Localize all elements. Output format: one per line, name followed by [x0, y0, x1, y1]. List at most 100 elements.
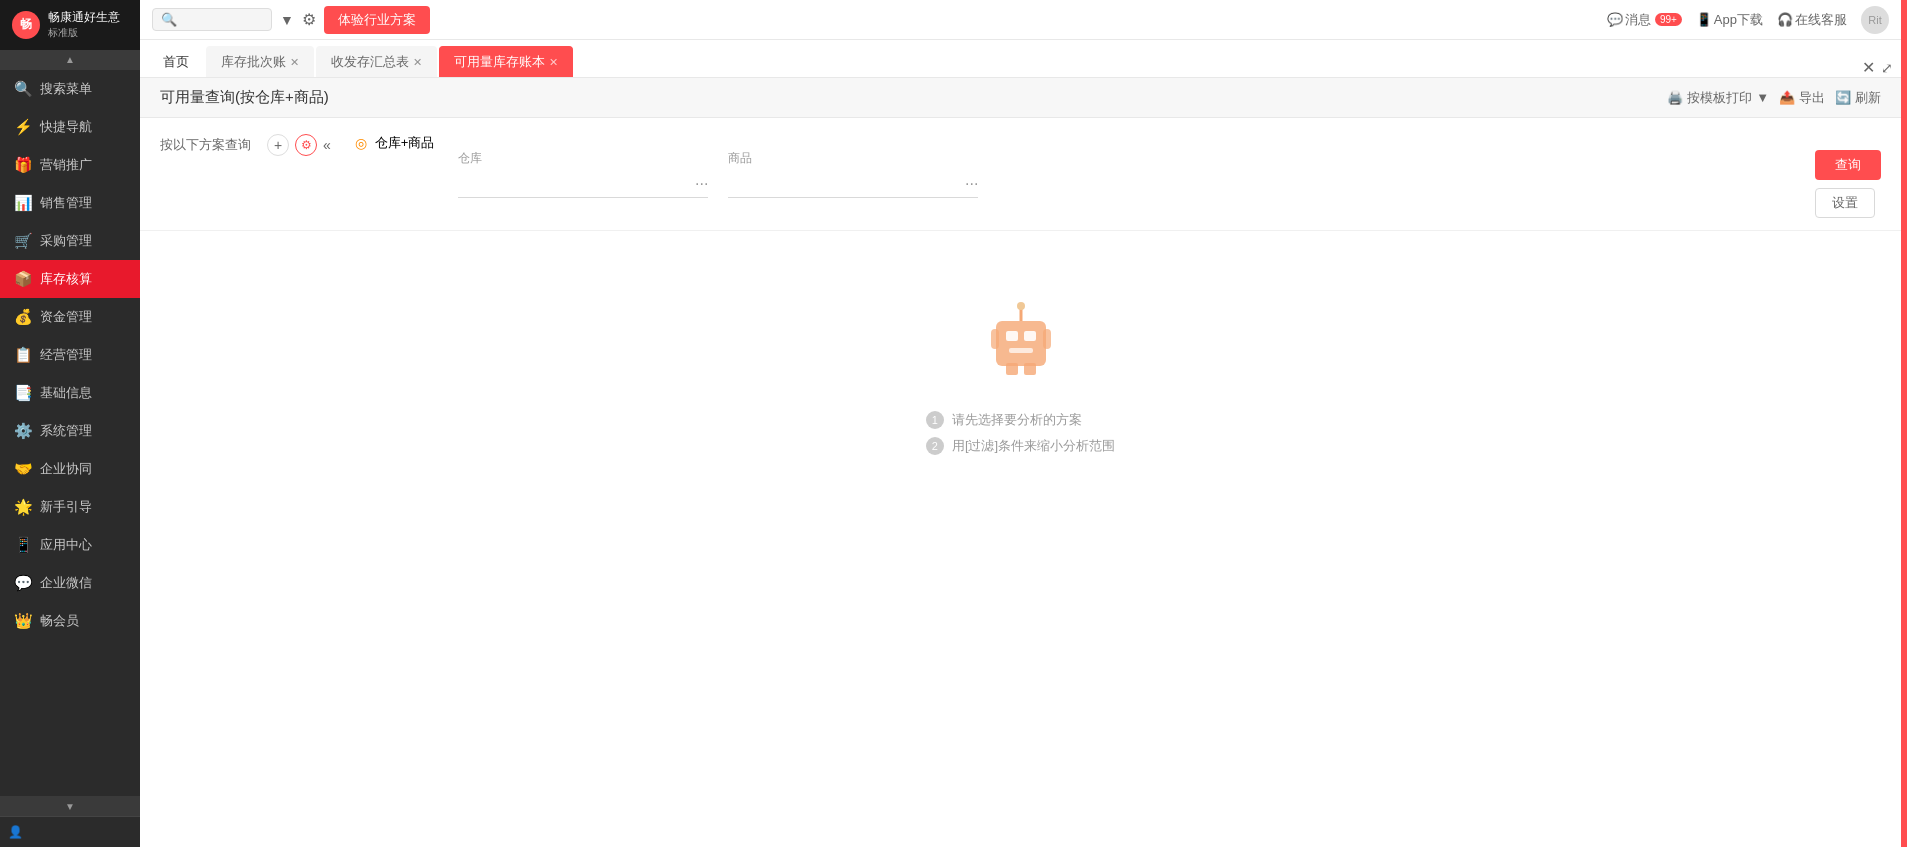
tabs-bar: 首页 库存批次账 ✕ 收发存汇总表 ✕ 可用量库存账本 ✕ ✕ ⤢	[140, 40, 1901, 78]
sidebar-item-sales[interactable]: 📊 销售管理	[0, 184, 140, 222]
dropdown-btn[interactable]: ▼	[280, 12, 294, 28]
query-button[interactable]: 查询	[1815, 150, 1881, 180]
filter-field-goods: 商品 ···	[728, 150, 978, 198]
operations-icon: 📋	[14, 346, 32, 364]
warehouse-more-icon[interactable]: ···	[695, 175, 708, 193]
filter-add-button[interactable]: +	[267, 134, 289, 156]
shortcut-icon: ⚡	[14, 118, 32, 136]
sidebar-item-label: 快捷导航	[40, 118, 92, 136]
sidebar-item-label: 系统管理	[40, 422, 92, 440]
empty-tip-1: 1 请先选择要分析的方案	[926, 411, 1115, 429]
app-download-item[interactable]: 📱 App下载	[1696, 11, 1763, 29]
goods-input-container: ···	[728, 171, 978, 198]
filter-fields: 仓库 ··· 商品 ··· 查询 设置	[458, 130, 1881, 218]
sidebar-header: 畅 畅康通好生意 标准版	[0, 0, 140, 50]
filter-scheme-item[interactable]: ◎ 仓库+商品	[347, 130, 443, 156]
sidebar-item-system[interactable]: ⚙️ 系统管理	[0, 412, 140, 450]
goods-input[interactable]	[728, 177, 959, 192]
svg-rect-2	[1024, 331, 1036, 341]
sidebar-item-label: 经营管理	[40, 346, 92, 364]
basic-icon: 📑	[14, 384, 32, 402]
tabs-close-button[interactable]: ✕	[1862, 58, 1875, 77]
warehouse-label: 仓库	[458, 150, 708, 167]
sidebar-item-label: 畅会员	[40, 612, 79, 630]
svg-rect-3	[1009, 348, 1033, 353]
refresh-button[interactable]: 🔄 刷新	[1835, 89, 1881, 107]
filter-section: 按以下方案查询 + ⚙ « ◎ 仓库+商品 仓库 ···	[140, 118, 1901, 231]
topbar: 🔍 ▼ ⚙ 体验行业方案 💬 消息 99+ 📱 App下载 🎧 在线客服 Rit	[140, 0, 1901, 40]
search-input[interactable]	[181, 13, 261, 27]
tab-summary[interactable]: 收发存汇总表 ✕	[316, 46, 437, 77]
message-item[interactable]: 💬 消息 99+	[1607, 11, 1682, 29]
svg-rect-6	[1006, 363, 1018, 375]
filter-config-button[interactable]: ⚙	[295, 134, 317, 156]
topbar-right: 💬 消息 99+ 📱 App下载 🎧 在线客服 Rit	[1607, 6, 1889, 34]
page-header: 可用量查询(按仓库+商品) 🖨️ 按模板打印 ▼ 📤 导出 🔄 刷新	[140, 78, 1901, 118]
svg-rect-1	[1006, 331, 1018, 341]
industry-solution-button[interactable]: 体验行业方案	[324, 6, 430, 34]
sidebar-logo: 畅	[12, 11, 40, 39]
tab-available-close[interactable]: ✕	[549, 56, 558, 69]
sidebar-item-marketing[interactable]: 🎁 营销推广	[0, 146, 140, 184]
tabs-right: ✕ ⤢	[1862, 58, 1893, 77]
warehouse-input[interactable]	[458, 177, 689, 192]
sidebar-item-apps[interactable]: 📱 应用中心	[0, 526, 140, 564]
cart-icon: 🛒	[14, 232, 32, 250]
filter-collapse-button[interactable]: «	[323, 137, 331, 153]
finance-icon: 💰	[14, 308, 32, 326]
tab-summary-label: 收发存汇总表	[331, 53, 409, 71]
sidebar-item-label: 搜索菜单	[40, 80, 92, 98]
sidebar-item-purchase[interactable]: 🛒 采购管理	[0, 222, 140, 260]
avatar[interactable]: Rit	[1861, 6, 1889, 34]
right-handle[interactable]	[1901, 0, 1907, 847]
sidebar-item-label: 应用中心	[40, 536, 92, 554]
page-content: 可用量查询(按仓库+商品) 🖨️ 按模板打印 ▼ 📤 导出 🔄 刷新 按以	[140, 78, 1901, 847]
sidebar-item-basic[interactable]: 📑 基础信息	[0, 374, 140, 412]
warehouse-input-container: ···	[458, 171, 708, 198]
refresh-icon: 🔄	[1835, 90, 1851, 105]
vip-icon: 👑	[14, 612, 32, 630]
sidebar-item-newbie[interactable]: 🌟 新手引导	[0, 488, 140, 526]
sidebar-item-search[interactable]: 🔍 搜索菜单	[0, 70, 140, 108]
tab-batch[interactable]: 库存批次账 ✕	[206, 46, 314, 77]
wechat-icon: 💬	[14, 574, 32, 592]
goods-more-icon[interactable]: ···	[965, 175, 978, 193]
chevron-down-icon: ▼	[1756, 90, 1769, 105]
sidebar-item-finance[interactable]: 💰 资金管理	[0, 298, 140, 336]
sidebar-item-wechat[interactable]: 💬 企业微信	[0, 564, 140, 602]
sidebar-scroll-down[interactable]: ▼	[0, 796, 140, 816]
settings-button[interactable]: 设置	[1815, 188, 1875, 218]
sidebar-item-inventory[interactable]: 📦 库存核算	[0, 260, 140, 298]
sidebar-item-vip[interactable]: 👑 畅会员	[0, 602, 140, 640]
empty-state: 1 请先选择要分析的方案 2 用[过滤]条件来缩小分析范围	[140, 231, 1901, 515]
tab-batch-close[interactable]: ✕	[290, 56, 299, 69]
sidebar-scroll-up[interactable]: ▲	[0, 50, 140, 70]
tab-summary-close[interactable]: ✕	[413, 56, 422, 69]
export-button[interactable]: 📤 导出	[1779, 89, 1825, 107]
tab-home[interactable]: 首页	[148, 46, 204, 77]
tabs-expand-button[interactable]: ⤢	[1881, 60, 1893, 76]
tip-text-1: 请先选择要分析的方案	[952, 411, 1082, 429]
tip-num-1: 1	[926, 411, 944, 429]
gear-button[interactable]: ⚙	[302, 10, 316, 29]
topbar-search[interactable]: 🔍	[152, 8, 272, 31]
empty-icon	[971, 291, 1071, 391]
search-icon: 🔍	[161, 12, 177, 27]
scheme-label: 仓库+商品	[375, 134, 435, 152]
svg-rect-4	[991, 329, 999, 349]
tab-home-label: 首页	[163, 53, 189, 71]
gift-icon: 🎁	[14, 156, 32, 174]
online-service-item[interactable]: 🎧 在线客服	[1777, 11, 1847, 29]
print-icon: 🖨️	[1667, 90, 1683, 105]
filter-actions: + ⚙ «	[267, 130, 331, 156]
sidebar-item-shortcut[interactable]: ⚡ 快捷导航	[0, 108, 140, 146]
sidebar: 畅 畅康通好生意 标准版 ▲ 🔍 搜索菜单 ⚡ 快捷导航 🎁 营销推广 📊 销售…	[0, 0, 140, 847]
tab-batch-label: 库存批次账	[221, 53, 286, 71]
sidebar-item-enterprise[interactable]: 🤝 企业协同	[0, 450, 140, 488]
page-header-actions: 🖨️ 按模板打印 ▼ 📤 导出 🔄 刷新	[1667, 89, 1881, 107]
template-print-button[interactable]: 🖨️ 按模板打印 ▼	[1667, 89, 1769, 107]
sidebar-item-operations[interactable]: 📋 经营管理	[0, 336, 140, 374]
tab-available[interactable]: 可用量库存账本 ✕	[439, 46, 573, 77]
search-icon: 🔍	[14, 80, 32, 98]
empty-tip-2: 2 用[过滤]条件来缩小分析范围	[926, 437, 1115, 455]
